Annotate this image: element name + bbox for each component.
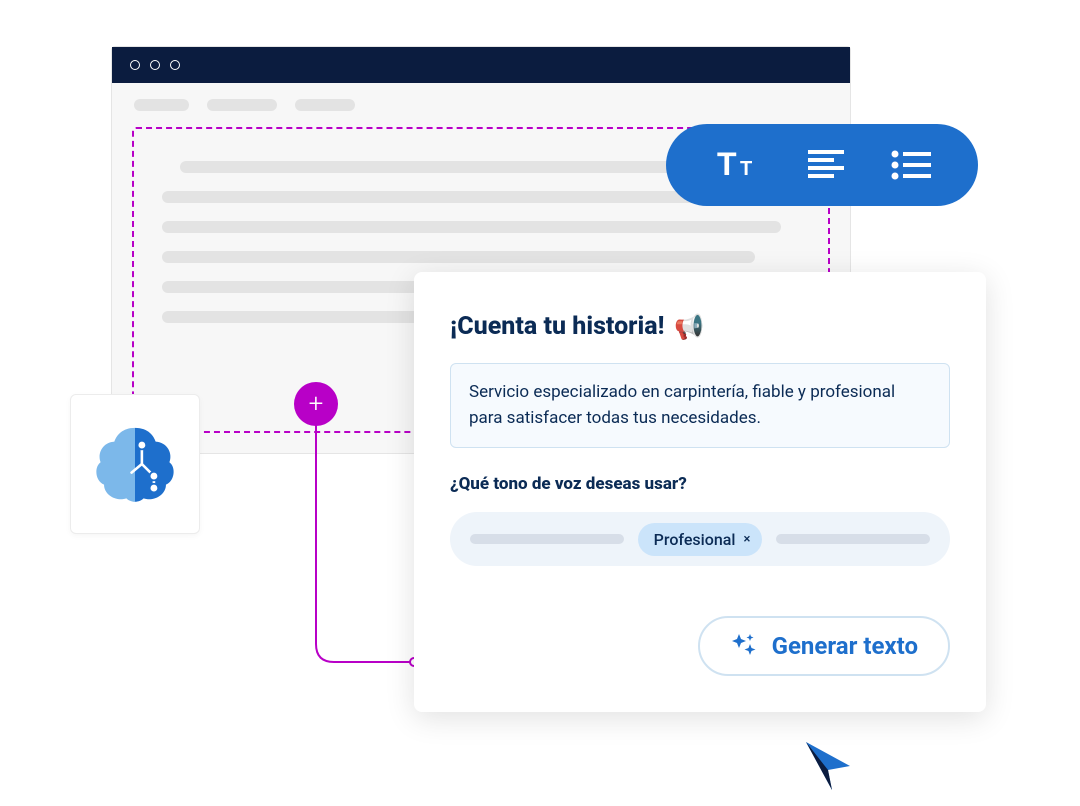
- story-panel: ¡Cuenta tu historia! 📢 Servicio especial…: [414, 272, 986, 712]
- tone-chip-selected[interactable]: Profesional ×: [638, 523, 763, 556]
- text-size-button[interactable]: T T: [713, 147, 761, 183]
- description-text: Servicio especializado en carpintería, f…: [469, 382, 895, 428]
- text-line-placeholder: [162, 221, 781, 233]
- add-block-button[interactable]: +: [294, 382, 338, 426]
- align-icon: [808, 150, 844, 180]
- cursor-icon: [800, 738, 856, 794]
- connector-line: [309, 424, 419, 668]
- formatting-toolbar: T T: [666, 124, 978, 206]
- panel-title-text: ¡Cuenta tu historia!: [450, 312, 664, 341]
- tab-placeholder[interactable]: [134, 99, 189, 111]
- close-icon[interactable]: ×: [743, 532, 750, 547]
- text-line-placeholder: [162, 251, 755, 263]
- window-control-dot[interactable]: [130, 60, 140, 70]
- tab-strip: [112, 83, 850, 117]
- brain-icon: [92, 421, 178, 507]
- list-icon: [891, 150, 931, 180]
- tab-placeholder[interactable]: [207, 99, 277, 111]
- description-input[interactable]: Servicio especializado en carpintería, f…: [450, 363, 950, 448]
- window-control-dot[interactable]: [150, 60, 160, 70]
- window-titlebar: [112, 47, 850, 83]
- svg-text:T: T: [740, 158, 752, 180]
- tone-label: ¿Qué tono de voz deseas usar?: [450, 474, 950, 494]
- text-line-placeholder: [180, 161, 741, 173]
- svg-text:T: T: [717, 147, 737, 182]
- align-button[interactable]: [808, 150, 844, 180]
- plus-icon: +: [309, 389, 324, 419]
- text-size-icon: T T: [713, 147, 761, 183]
- panel-title: ¡Cuenta tu historia! 📢: [450, 312, 950, 341]
- window-control-dot[interactable]: [170, 60, 180, 70]
- tone-selector[interactable]: Profesional ×: [450, 512, 950, 566]
- tone-option-placeholder[interactable]: [776, 534, 930, 544]
- sparkle-icon: [730, 632, 758, 660]
- megaphone-icon: 📢: [674, 313, 704, 341]
- tone-option-placeholder[interactable]: [470, 534, 624, 544]
- generate-button-label: Generar texto: [772, 632, 918, 660]
- tone-chip-label: Profesional: [654, 530, 736, 549]
- tab-placeholder[interactable]: [295, 99, 355, 111]
- ai-brain-card[interactable]: [70, 394, 200, 534]
- generate-button[interactable]: Generar texto: [698, 616, 950, 676]
- list-button[interactable]: [891, 150, 931, 180]
